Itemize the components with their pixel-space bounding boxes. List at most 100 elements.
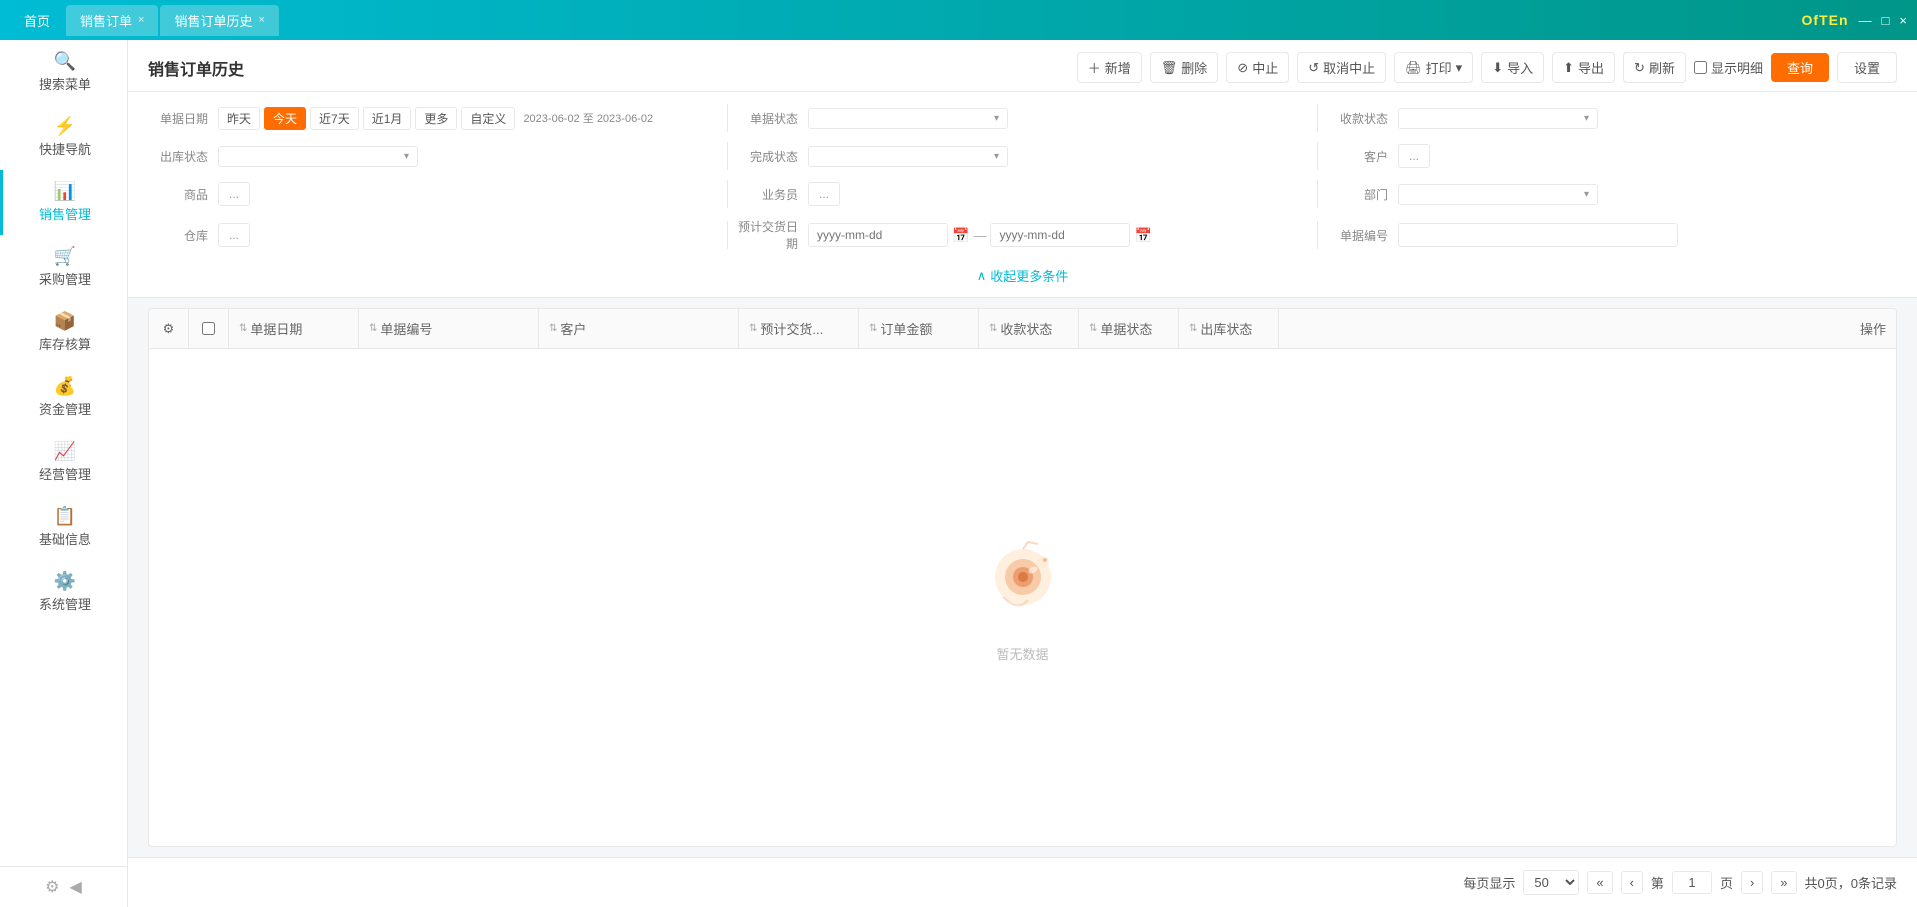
tab-list: 首页 销售订单 × 销售订单历史 × [10,5,1802,36]
table-num-col: ⇅ 单据编号 [359,309,539,348]
calendar-start-icon[interactable]: 📅 [952,227,969,244]
status-col-label: 单据状态 [1100,319,1152,338]
sidebar-item-quick-nav[interactable]: ⚡ 快捷导航 [0,105,127,170]
sort-receipt-icon[interactable]: ⇅ [989,323,997,334]
page-size-select[interactable]: 20 50 100 [1523,870,1579,895]
next-page-button[interactable]: › [1741,871,1763,894]
collapse-icon: ∧ [977,268,987,284]
sidebar-item-operations[interactable]: 📈 经营管理 [0,430,127,495]
minimize-button[interactable]: — [1859,13,1872,28]
settings-gear-icon[interactable]: ⚙ [45,877,59,897]
inventory-icon: 📦 [54,312,76,330]
print-button[interactable]: 🖨 打印 ▾ [1394,52,1473,83]
out-status-select[interactable]: ▾ [218,146,418,167]
basic-info-icon: 📋 [54,507,76,525]
sidebar-item-search[interactable]: 🔍 搜索菜单 [0,40,127,105]
cancel-stop-icon: ↺ [1308,60,1319,76]
query-button[interactable]: 查询 [1771,53,1829,82]
action-col-label: 操作 [1860,319,1886,338]
search-icon: 🔍 [54,52,76,70]
cancel-stop-button[interactable]: ↺ 取消中止 [1297,52,1386,83]
sort-num-icon[interactable]: ⇅ [369,323,377,334]
7days-btn[interactable]: 近7天 [310,107,359,130]
expected-date-label: 预计交货日期 [738,218,808,252]
new-button[interactable]: ＋ 新增 [1077,52,1142,83]
first-page-button[interactable]: « [1587,871,1612,894]
sidebar-search-label: 搜索菜单 [39,74,91,93]
sidebar-item-sales[interactable]: 📊 销售管理 [0,170,127,235]
expected-date-end[interactable] [990,223,1130,247]
customer-ellipsis-btn[interactable]: ... [1398,144,1430,168]
window-close-button[interactable]: × [1899,13,1907,28]
sidebar-item-system[interactable]: ⚙️ 系统管理 [0,560,127,625]
show-detail-checkbox-wrapper[interactable]: 显示明细 [1694,58,1763,77]
delete-button[interactable]: 🗑 删除 [1150,52,1219,83]
sort-status-icon[interactable]: ⇅ [1089,323,1097,334]
export-button[interactable]: ⬆ 导出 [1552,52,1615,83]
sidebar-quick-nav-label: 快捷导航 [39,139,91,158]
last-page-button[interactable]: » [1771,871,1796,894]
show-detail-label: 显示明细 [1711,58,1763,77]
maximize-button[interactable]: □ [1882,13,1890,28]
receipt-status-select[interactable]: ▾ [1398,108,1598,129]
print-icon: 🖨 [1405,60,1422,76]
import-icon: ⬇ [1492,60,1503,76]
empty-text: 暂无数据 [996,644,1048,663]
dept-arrow: ▾ [1584,189,1589,200]
sort-amount-icon[interactable]: ⇅ [869,323,877,334]
order-num-input[interactable] [1398,223,1678,247]
complete-status-select[interactable]: ▾ [808,146,1008,167]
table-check-col[interactable] [189,309,229,348]
import-button[interactable]: ⬇ 导入 [1481,52,1544,83]
order-num-label: 单据编号 [1328,227,1398,244]
refresh-button[interactable]: ↻ 刷新 [1623,52,1686,83]
delivery-col-label: 预计交货... [760,319,823,338]
customer-col-label: 客户 [560,319,586,338]
dept-label: 部门 [1328,186,1398,203]
sidebar-item-purchase[interactable]: 🛒 采购管理 [0,235,127,300]
sort-customer-icon[interactable]: ⇅ [549,323,557,334]
goods-ellipsis-btn[interactable]: ... [218,182,250,206]
show-detail-checkbox[interactable] [1694,61,1707,74]
order-status-select[interactable]: ▾ [808,108,1008,129]
order-status-control: ▾ [808,108,1307,129]
more-btn[interactable]: 更多 [415,107,457,130]
custom-btn[interactable]: 自定义 [461,107,515,130]
dept-select[interactable]: ▾ [1398,184,1598,205]
1month-btn[interactable]: 近1月 [363,107,412,130]
new-icon: ＋ [1088,58,1101,77]
dept-control: ▾ [1398,184,1897,205]
sort-date-icon[interactable]: ⇅ [239,323,247,334]
sort-delivery-icon[interactable]: ⇅ [749,323,757,334]
calendar-end-icon[interactable]: 📅 [1134,227,1151,244]
table-settings-col[interactable]: ⚙ [149,309,189,348]
yesterday-btn[interactable]: 昨天 [218,107,260,130]
today-btn[interactable]: 今天 [264,107,306,130]
page-size-label: 每页显示 [1463,873,1515,892]
page-number-input[interactable] [1672,871,1712,894]
sidebar-item-finance[interactable]: 💰 资金管理 [0,365,127,430]
tab-sales-order[interactable]: 销售订单 × [66,5,158,36]
page-title: 销售订单历史 [148,56,244,80]
goods-control: ... [218,182,717,206]
sales-order-history-close-icon[interactable]: × [258,14,264,26]
sort-out-icon[interactable]: ⇅ [1189,323,1197,334]
salesperson-ellipsis-btn[interactable]: ... [808,182,840,206]
table-date-col: ⇅ 单据日期 [229,309,359,348]
prev-page-button[interactable]: ‹ [1621,871,1643,894]
sidebar-item-basic-info[interactable]: 📋 基础信息 [0,495,127,560]
tab-home[interactable]: 首页 [10,5,64,36]
select-all-checkbox[interactable] [202,322,215,335]
collapse-sidebar-icon[interactable]: ◀ [70,877,82,897]
sales-order-close-icon[interactable]: × [138,14,144,26]
collapse-row[interactable]: ∧ 收起更多条件 [148,262,1897,285]
expected-date-start[interactable] [808,223,948,247]
sidebar-item-inventory[interactable]: 📦 库存核算 [0,300,127,365]
warehouse-ellipsis-btn[interactable]: ... [218,223,250,247]
stop-label: 中止 [1252,58,1278,77]
table-customer-col: ⇅ 客户 [539,309,739,348]
settings-button[interactable]: 设置 [1837,52,1897,83]
amount-col-label: 订单金额 [880,319,932,338]
stop-button[interactable]: ⊘ 中止 [1226,52,1289,83]
tab-sales-order-history[interactable]: 销售订单历史 × [160,5,278,36]
